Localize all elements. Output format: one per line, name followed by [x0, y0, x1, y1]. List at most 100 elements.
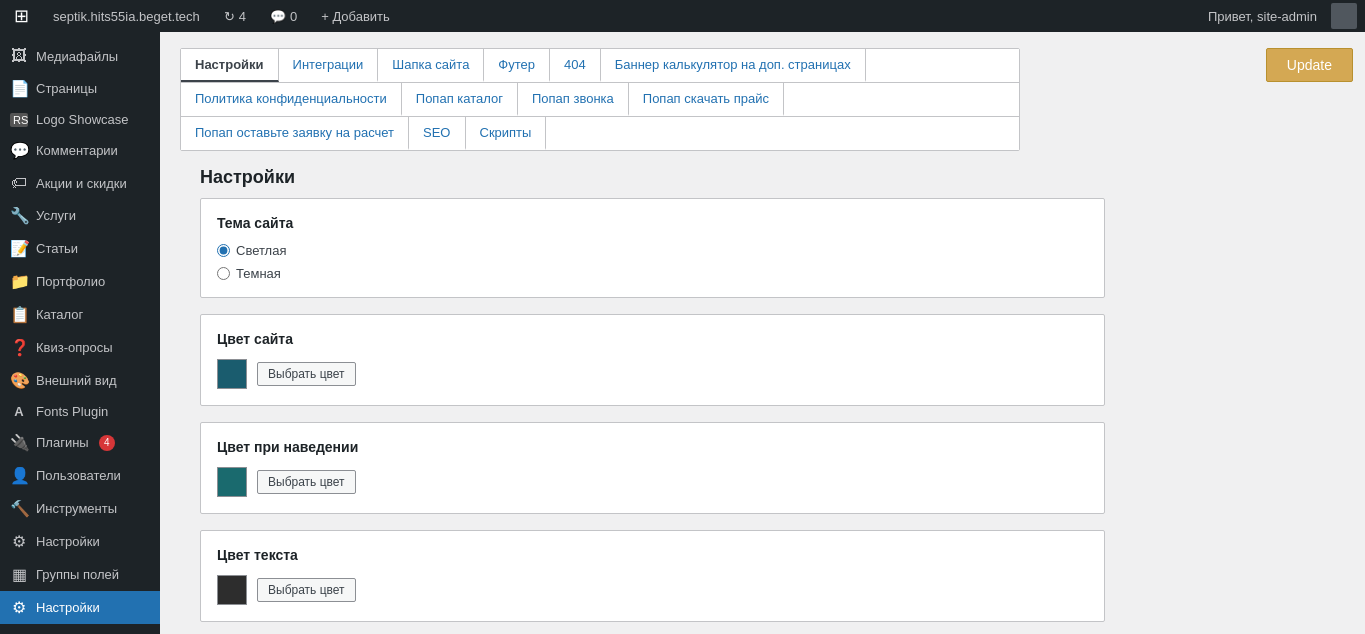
sidebar-item-catalog-label: Каталог — [36, 307, 83, 322]
admin-bar: ⊞ septik.hits55ia.beget.tech ↻ 4 💬 0 + Д… — [0, 0, 1365, 32]
hover-color-button[interactable]: Выбрать цвет — [257, 470, 356, 494]
tab-popup-price[interactable]: Попап скачать прайс — [629, 83, 784, 116]
sidebar-item-comments[interactable]: 💬 Комментарии — [0, 134, 160, 167]
site-name[interactable]: septik.hits55ia.beget.tech — [47, 0, 206, 32]
main-content: Настройки Интеграции Шапка сайта Футер 4… — [160, 32, 1145, 634]
text-color-row: Выбрать цвет — [217, 575, 1088, 605]
sidebar-item-logo-showcase-label: Logo Showcase — [36, 112, 129, 127]
comments-item[interactable]: 💬 0 — [264, 0, 303, 32]
add-new-label: + Добавить — [321, 9, 390, 24]
text-color-swatch[interactable] — [217, 575, 247, 605]
pages-icon: 📄 — [10, 79, 28, 98]
tab-nastroyki[interactable]: Настройки — [181, 49, 279, 82]
tab-popup-catalog[interactable]: Попап каталог — [402, 83, 518, 116]
radio-dark[interactable]: Темная — [217, 266, 1088, 281]
wp-logo[interactable]: ⊞ — [8, 0, 35, 32]
comments-icon: 💬 — [10, 141, 28, 160]
tabs-row-2: Политика конфиденциальности Попап катало… — [181, 83, 1019, 117]
sidebar-item-media-label: Медиафайлы — [36, 49, 118, 64]
tab-404[interactable]: 404 — [550, 49, 601, 82]
sidebar-item-appearance-label: Внешний вид — [36, 373, 117, 388]
tab-shapka[interactable]: Шапка сайта — [378, 49, 484, 82]
radio-light[interactable]: Светлая — [217, 243, 1088, 258]
sidebar-item-fonts-label: Fonts Plugin — [36, 404, 108, 419]
sidebar-item-groups[interactable]: ▦ Группы полей — [0, 558, 160, 591]
catalog-icon: 📋 — [10, 305, 28, 324]
sidebar-item-settings[interactable]: ⚙ Настройки — [0, 525, 160, 558]
sidebar-item-aktsii-label: Акции и скидки — [36, 176, 127, 191]
comments-count: 0 — [290, 9, 297, 24]
greeting-item[interactable]: Привет, site-admin — [1202, 0, 1323, 32]
tabs-row-1: Настройки Интеграции Шапка сайта Футер 4… — [181, 49, 1019, 83]
media-icon: 🖼 — [10, 47, 28, 65]
sidebar-item-fonts[interactable]: A Fonts Plugin — [0, 397, 160, 426]
logo-showcase-icon: RS — [10, 113, 28, 127]
sidebar-item-media[interactable]: 🖼 Медиафайлы — [0, 40, 160, 72]
tab-popup-request[interactable]: Попап оставьте заявку на расчет — [181, 117, 409, 150]
sidebar-item-appearance[interactable]: 🎨 Внешний вид — [0, 364, 160, 397]
users-icon: 👤 — [10, 466, 28, 485]
theme-radio-group: Светлая Темная — [217, 243, 1088, 281]
page-title: Настройки — [180, 151, 1125, 198]
sidebar-item-users-label: Пользователи — [36, 468, 121, 483]
radio-dark-label: Темная — [236, 266, 281, 281]
add-new-item[interactable]: + Добавить — [315, 0, 396, 32]
quiz-icon: ❓ — [10, 338, 28, 357]
updates-item[interactable]: ↻ 4 — [218, 0, 252, 32]
text-color-button[interactable]: Выбрать цвет — [257, 578, 356, 602]
site-color-swatch[interactable] — [217, 359, 247, 389]
radio-dark-input[interactable] — [217, 267, 230, 280]
content-wrapper: 🖼 Медиафайлы 📄 Страницы RS Logo Showcase… — [0, 32, 1365, 634]
sidebar-item-portfolio[interactable]: 📁 Портфолио — [0, 265, 160, 298]
tabs-container: Настройки Интеграции Шапка сайта Футер 4… — [180, 48, 1020, 151]
admin-sidebar: 🖼 Медиафайлы 📄 Страницы RS Logo Showcase… — [0, 32, 160, 634]
sidebar-item-comments-label: Комментарии — [36, 143, 118, 158]
sidebar-item-quiz[interactable]: ❓ Квиз-опросы — [0, 331, 160, 364]
update-button[interactable]: Update — [1266, 48, 1353, 82]
articles-icon: 📝 — [10, 239, 28, 258]
groups-icon: ▦ — [10, 565, 28, 584]
radio-light-input[interactable] — [217, 244, 230, 257]
comments-icon: 💬 — [270, 9, 286, 24]
section-theme: Тема сайта Светлая Темная — [200, 198, 1105, 298]
tab-footer[interactable]: Футер — [484, 49, 550, 82]
settings2-icon: ⚙ — [10, 598, 28, 617]
sidebar-item-settings-label: Настройки — [36, 534, 100, 549]
section-text-color: Цвет текста Выбрать цвет — [200, 530, 1105, 622]
tab-popup-call[interactable]: Попап звонка — [518, 83, 629, 116]
appearance-icon: 🎨 — [10, 371, 28, 390]
site-color-button[interactable]: Выбрать цвет — [257, 362, 356, 386]
sidebar-item-aktsii[interactable]: 🏷 Акции и скидки — [0, 167, 160, 199]
sidebar-item-portfolio-label: Портфолио — [36, 274, 105, 289]
tab-banner[interactable]: Баннер калькулятор на доп. страницах — [601, 49, 866, 82]
sidebar-item-tools[interactable]: 🔨 Инструменты — [0, 492, 160, 525]
section-theme-title: Тема сайта — [217, 215, 1088, 231]
tab-privacy[interactable]: Политика конфиденциальности — [181, 83, 402, 116]
tab-integracii[interactable]: Интеграции — [279, 49, 379, 82]
tab-seo[interactable]: SEO — [409, 117, 465, 150]
section-text-color-title: Цвет текста — [217, 547, 1088, 563]
sidebar-item-settings2[interactable]: ⚙ Настройки — [0, 591, 160, 624]
tabs-row-3: Попап оставьте заявку на расчет SEO Скри… — [181, 117, 1019, 150]
sidebar-item-pages-label: Страницы — [36, 81, 97, 96]
radio-light-label: Светлая — [236, 243, 286, 258]
hover-color-row: Выбрать цвет — [217, 467, 1088, 497]
sidebar-item-plugins-label: Плагины — [36, 435, 89, 450]
sidebar-item-plugins[interactable]: 🔌 Плагины 4 — [0, 426, 160, 459]
fonts-icon: A — [10, 404, 28, 419]
sidebar-item-articles[interactable]: 📝 Статьи — [0, 232, 160, 265]
portfolio-icon: 📁 — [10, 272, 28, 291]
section-hover-color-title: Цвет при наведении — [217, 439, 1088, 455]
greeting-text: Привет, site-admin — [1208, 9, 1317, 24]
hover-color-swatch[interactable] — [217, 467, 247, 497]
sidebar-item-logo-showcase[interactable]: RS Logo Showcase — [0, 105, 160, 134]
avatar[interactable] — [1331, 3, 1357, 29]
sidebar-item-pages[interactable]: 📄 Страницы — [0, 72, 160, 105]
sidebar-item-services[interactable]: 🔧 Услуги — [0, 199, 160, 232]
sidebar-item-catalog[interactable]: 📋 Каталог — [0, 298, 160, 331]
wp-icon: ⊞ — [14, 5, 29, 27]
sidebar-item-tools-label: Инструменты — [36, 501, 117, 516]
tab-scripts[interactable]: Скрипты — [466, 117, 547, 150]
tools-icon: 🔨 — [10, 499, 28, 518]
sidebar-item-users[interactable]: 👤 Пользователи — [0, 459, 160, 492]
